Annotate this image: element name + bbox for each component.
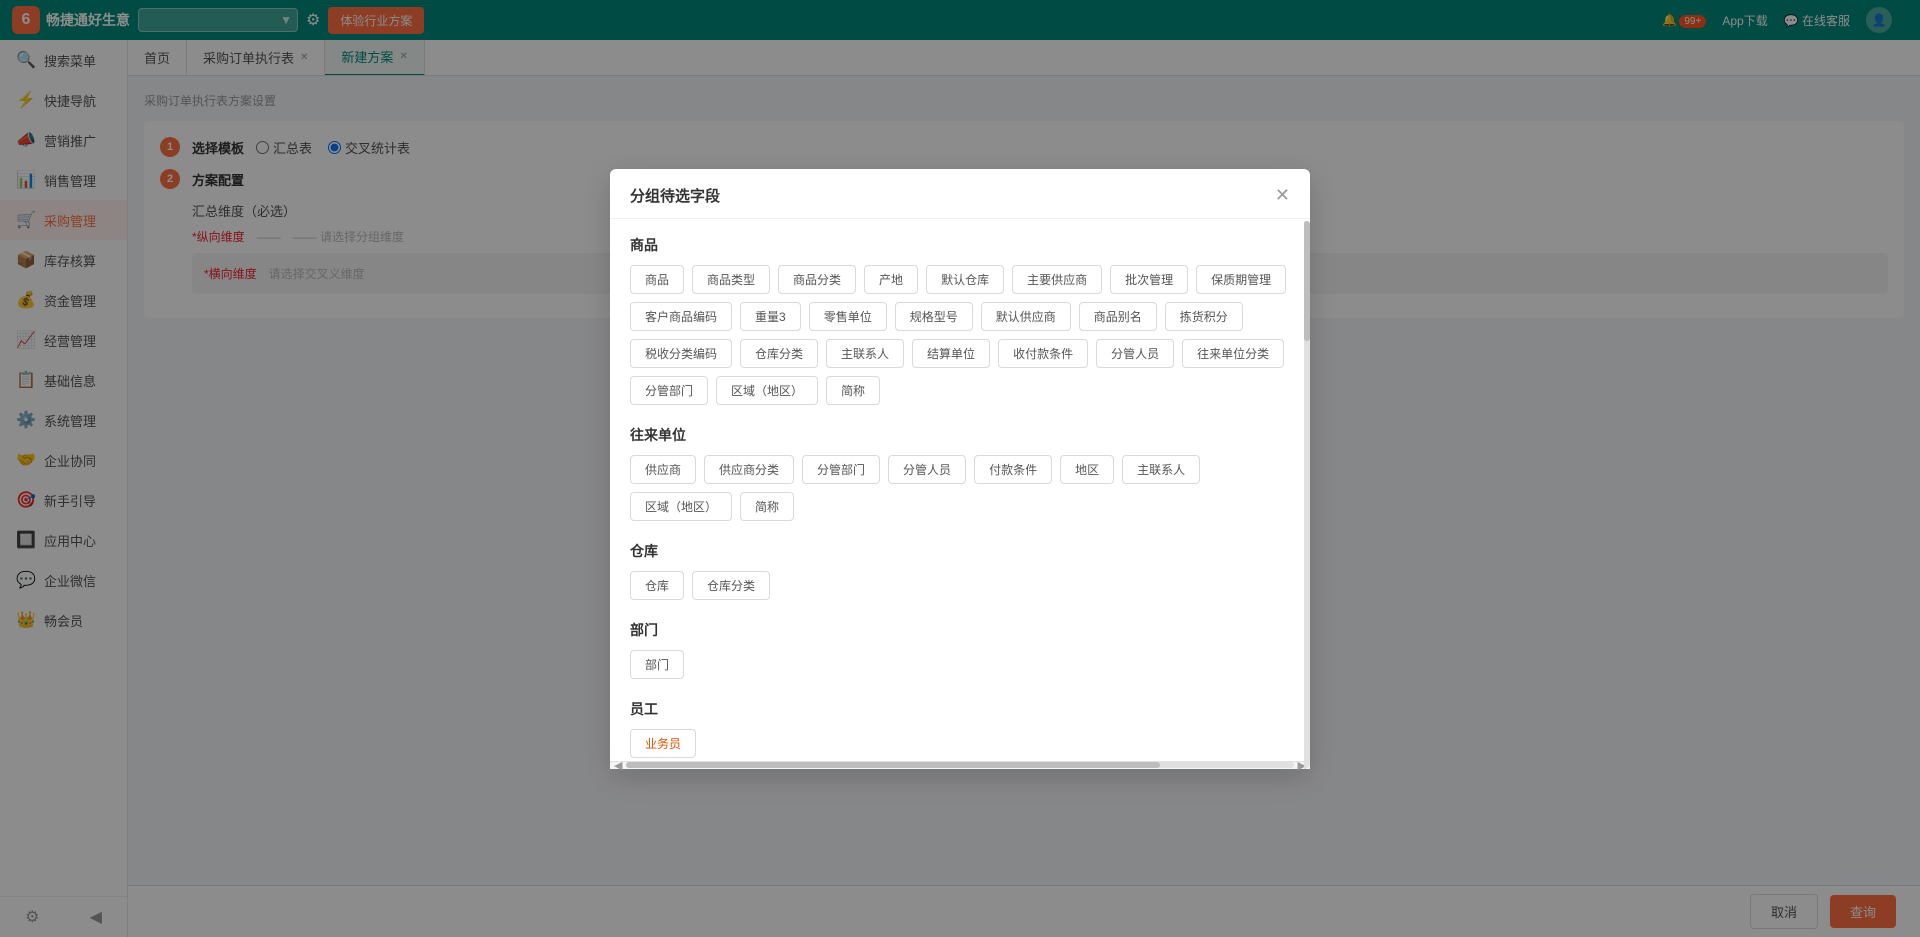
field-section-employee: 员工 业务员 bbox=[630, 699, 1290, 758]
field-tag[interactable]: 收付款条件 bbox=[998, 339, 1088, 368]
modal-close-button[interactable]: ✕ bbox=[1275, 185, 1290, 206]
field-tag[interactable]: 商品 bbox=[630, 265, 684, 294]
goods-field-tags: 商品 商品类型 商品分类 产地 默认仓库 主要供应商 批次管理 保质期管理 客户… bbox=[630, 265, 1290, 405]
field-tag[interactable]: 业务员 bbox=[630, 729, 696, 758]
field-tag[interactable]: 区域（地区） bbox=[716, 376, 818, 405]
field-tag[interactable]: 仓库分类 bbox=[692, 571, 770, 600]
modal-body: 商品 商品 商品类型 商品分类 产地 默认仓库 主要供应商 批次管理 保质期管理… bbox=[610, 219, 1310, 761]
field-tag[interactable]: 税收分类编码 bbox=[630, 339, 732, 368]
dept-section-title: 部门 bbox=[630, 620, 1290, 640]
modal-header: 分组待选字段 ✕ bbox=[610, 169, 1310, 219]
field-tag[interactable]: 分管部门 bbox=[630, 376, 708, 405]
field-tag[interactable]: 付款条件 bbox=[974, 455, 1052, 484]
partner-section-title: 往来单位 bbox=[630, 425, 1290, 445]
field-tag[interactable]: 默认供应商 bbox=[981, 302, 1071, 331]
modal-title: 分组待选字段 bbox=[630, 185, 720, 206]
field-tag[interactable]: 分管人员 bbox=[888, 455, 966, 484]
field-tag[interactable]: 规格型号 bbox=[895, 302, 973, 331]
field-section-goods: 商品 商品 商品类型 商品分类 产地 默认仓库 主要供应商 批次管理 保质期管理… bbox=[630, 235, 1290, 405]
employee-section-title: 员工 bbox=[630, 699, 1290, 719]
scroll-thumb bbox=[626, 762, 1160, 768]
field-tag[interactable]: 区域（地区） bbox=[630, 492, 732, 521]
field-tag[interactable]: 默认仓库 bbox=[926, 265, 1004, 294]
field-tag[interactable]: 地区 bbox=[1060, 455, 1114, 484]
dept-field-tags: 部门 bbox=[630, 650, 1290, 679]
field-tag[interactable]: 仓库分类 bbox=[740, 339, 818, 368]
field-tag[interactable]: 产地 bbox=[864, 265, 918, 294]
field-tag[interactable]: 简称 bbox=[740, 492, 794, 521]
modal-vertical-scrollbar[interactable] bbox=[1304, 221, 1310, 769]
modal-horizontal-scrollbar[interactable]: ◀ ▶ bbox=[610, 761, 1310, 769]
scroll-track bbox=[626, 762, 1293, 768]
employee-field-tags: 业务员 bbox=[630, 729, 1290, 758]
field-tag[interactable]: 往来单位分类 bbox=[1182, 339, 1284, 368]
field-section-warehouse: 仓库 仓库 仓库分类 bbox=[630, 541, 1290, 600]
field-tag[interactable]: 供应商分类 bbox=[704, 455, 794, 484]
field-tag[interactable]: 拣货积分 bbox=[1165, 302, 1243, 331]
field-tag[interactable]: 仓库 bbox=[630, 571, 684, 600]
field-tag[interactable]: 主要供应商 bbox=[1012, 265, 1102, 294]
modal-dialog: 分组待选字段 ✕ 商品 商品 商品类型 商品分类 产地 默认仓库 主要供应商 批… bbox=[610, 169, 1310, 769]
goods-section-title: 商品 bbox=[630, 235, 1290, 255]
field-tag[interactable]: 零售单位 bbox=[809, 302, 887, 331]
scroll-left-btn[interactable]: ◀ bbox=[614, 759, 626, 772]
modal-overlay: 分组待选字段 ✕ 商品 商品 商品类型 商品分类 产地 默认仓库 主要供应商 批… bbox=[0, 0, 1920, 937]
warehouse-section-title: 仓库 bbox=[630, 541, 1290, 561]
field-tag[interactable]: 客户商品编码 bbox=[630, 302, 732, 331]
field-tag[interactable]: 主联系人 bbox=[826, 339, 904, 368]
warehouse-field-tags: 仓库 仓库分类 bbox=[630, 571, 1290, 600]
field-section-dept: 部门 部门 bbox=[630, 620, 1290, 679]
field-tag[interactable]: 分管部门 bbox=[802, 455, 880, 484]
field-tag[interactable]: 商品别名 bbox=[1079, 302, 1157, 331]
field-tag[interactable]: 保质期管理 bbox=[1196, 265, 1286, 294]
field-tag[interactable]: 商品分类 bbox=[778, 265, 856, 294]
field-tag[interactable]: 批次管理 bbox=[1110, 265, 1188, 294]
field-section-partner: 往来单位 供应商 供应商分类 分管部门 分管人员 付款条件 地区 主联系人 区域… bbox=[630, 425, 1290, 521]
scroll-thumb-vertical bbox=[1304, 221, 1310, 341]
partner-field-tags: 供应商 供应商分类 分管部门 分管人员 付款条件 地区 主联系人 区域（地区） … bbox=[630, 455, 1290, 521]
field-tag[interactable]: 简称 bbox=[826, 376, 880, 405]
field-tag[interactable]: 分管人员 bbox=[1096, 339, 1174, 368]
field-tag[interactable]: 部门 bbox=[630, 650, 684, 679]
field-tag[interactable]: 重量3 bbox=[740, 302, 801, 331]
field-tag[interactable]: 商品类型 bbox=[692, 265, 770, 294]
field-tag[interactable]: 供应商 bbox=[630, 455, 696, 484]
field-tag[interactable]: 主联系人 bbox=[1122, 455, 1200, 484]
field-tag[interactable]: 结算单位 bbox=[912, 339, 990, 368]
